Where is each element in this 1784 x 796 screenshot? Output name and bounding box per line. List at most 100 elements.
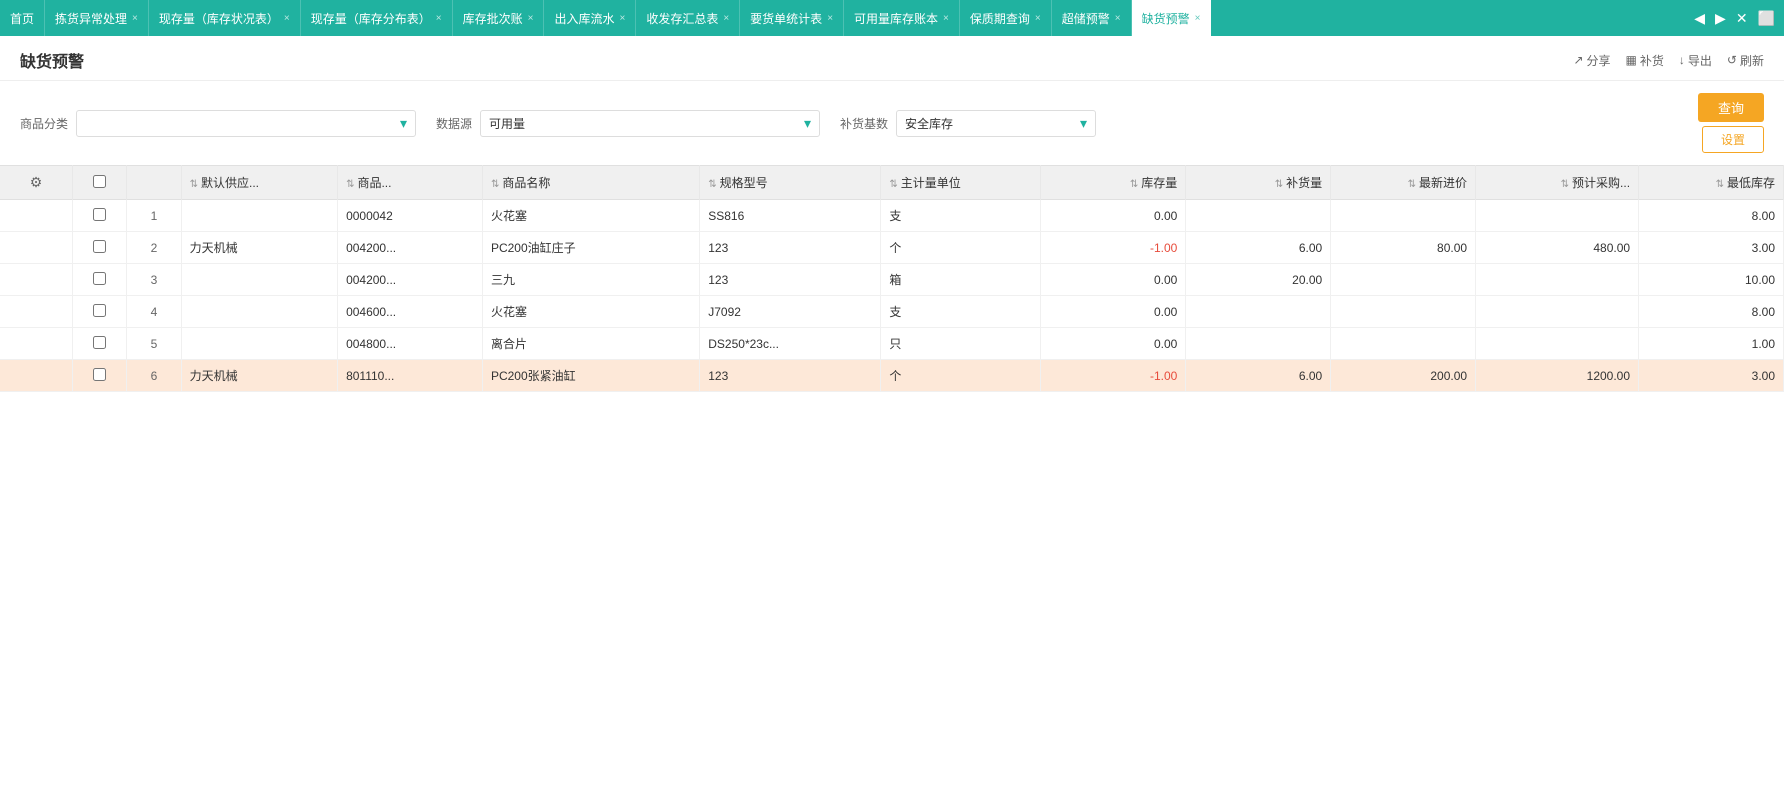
close-tab-inout[interactable]: × [619,13,625,24]
col-product-code[interactable]: ⇅商品... [338,166,483,200]
row-product-name: 火花塞 [482,296,699,328]
settings-button[interactable]: 设置 [1702,126,1764,153]
row-gear-cell [0,328,72,360]
share-icon: ↗ [1573,53,1583,67]
gear-settings-icon[interactable]: ⚙ [30,174,43,190]
sort-estimate-icon: ⇅ [1561,179,1569,190]
row-unit: 箱 [881,264,1041,296]
col-product-name[interactable]: ⇅商品名称 [482,166,699,200]
tab-prev-btn[interactable]: ◀ [1690,8,1709,29]
row-product-code: 004800... [338,328,483,360]
row-checkbox[interactable] [93,304,106,317]
row-stock: -1.00 [1041,360,1186,392]
table-row: 4 004600... 火花塞 J7092 支 0.00 8.00 [0,296,1784,328]
col-spec[interactable]: ⇅规格型号 [700,166,881,200]
row-min-stock: 3.00 [1639,360,1784,392]
row-checkbox-cell [72,264,126,296]
tab-summary[interactable]: 收发存汇总表 × [636,0,740,36]
row-number: 3 [127,264,181,296]
row-checkbox-cell [72,232,126,264]
replenish-basis-label: 补货基数 [840,115,888,132]
row-latest-price [1331,328,1476,360]
tab-order-stats[interactable]: 要货单统计表 × [740,0,844,36]
tab-available[interactable]: 可用量库存账本 × [844,0,960,36]
close-tab-shortage[interactable]: × [1195,13,1201,24]
row-supplier [181,200,337,232]
col-replenish[interactable]: ⇅补货量 [1186,166,1331,200]
close-tab-available[interactable]: × [943,13,949,24]
row-product-name: PC200油缸庄子 [482,232,699,264]
select-all-checkbox[interactable] [93,175,106,188]
row-spec: 123 [700,232,881,264]
export-button[interactable]: ↓ 导出 [1679,52,1712,69]
tab-shortage[interactable]: 缺货预警 × [1132,0,1212,36]
datasource-filter-group: 数据源 可用量 ▾ [436,110,820,137]
tab-inout[interactable]: 出入库流水 × [544,0,636,36]
row-product-code: 004200... [338,232,483,264]
col-unit[interactable]: ⇅主计量单位 [881,166,1041,200]
sort-code-icon: ⇅ [346,179,354,190]
tab-close-btn[interactable]: ✕ [1732,8,1752,29]
query-button[interactable]: 查询 [1698,93,1764,122]
row-replenish: 6.00 [1186,232,1331,264]
tab-next-btn[interactable]: ▶ [1711,8,1730,29]
replenish-basis-select[interactable]: 安全库存 ▾ [896,110,1096,137]
row-checkbox[interactable] [93,368,106,381]
row-replenish [1186,200,1331,232]
tab-expiry[interactable]: 保质期查询 × [960,0,1052,36]
replenish-button[interactable]: ▦ 补货 [1626,52,1664,69]
close-tab-stock-dist[interactable]: × [436,13,442,24]
col-supplier[interactable]: ⇅默认供应... [181,166,337,200]
col-stock[interactable]: ⇅库存量 [1041,166,1186,200]
tab-expand-btn[interactable]: ⬜ [1754,8,1779,29]
share-button[interactable]: ↗ 分享 [1573,52,1610,69]
row-checkbox-cell [72,360,126,392]
tab-stock-status[interactable]: 现存量（库存状况表） × [149,0,301,36]
tab-overstock[interactable]: 超储预警 × [1052,0,1132,36]
row-number: 5 [127,328,181,360]
close-tab-summary[interactable]: × [723,13,729,24]
row-number: 4 [127,296,181,328]
close-tab-batch[interactable]: × [528,13,534,24]
col-latest-price[interactable]: ⇅最新进价 [1331,166,1476,200]
tab-batch[interactable]: 库存批次账 × [453,0,545,36]
table-row: 1 0000042 火花塞 SS816 支 0.00 8.00 [0,200,1784,232]
close-tab-order-stats[interactable]: × [827,13,833,24]
row-min-stock: 8.00 [1639,296,1784,328]
close-tab-picking[interactable]: × [132,13,138,24]
col-checkbox [72,166,126,200]
row-unit: 支 [881,200,1041,232]
row-estimated-purchase: 480.00 [1476,232,1639,264]
refresh-button[interactable]: ↺ 刷新 [1727,52,1764,69]
row-checkbox-cell [72,296,126,328]
row-estimated-purchase: 1200.00 [1476,360,1639,392]
category-select[interactable]: ▾ [76,110,416,137]
row-checkbox[interactable] [93,208,106,221]
row-latest-price [1331,264,1476,296]
close-tab-stock-status[interactable]: × [284,13,290,24]
replenish-basis-filter-group: 补货基数 安全库存 ▾ [840,110,1096,137]
datasource-select[interactable]: 可用量 ▾ [480,110,820,137]
shortage-table: ⚙ ⇅默认供应... ⇅商品... ⇅商品名称 [0,165,1784,392]
action-buttons: 查询 设置 [1698,93,1764,153]
row-estimated-purchase [1476,296,1639,328]
row-stock: -1.00 [1041,232,1186,264]
tab-stock-dist[interactable]: 现存量（库存分布表） × [301,0,453,36]
row-checkbox[interactable] [93,272,106,285]
category-filter-group: 商品分类 ▾ [20,110,416,137]
row-checkbox[interactable] [93,336,106,349]
row-latest-price: 200.00 [1331,360,1476,392]
tab-home[interactable]: 首页 [0,0,45,36]
row-unit: 只 [881,328,1041,360]
tab-picking[interactable]: 拣货异常处理 × [45,0,149,36]
sort-replenish-icon: ⇅ [1275,179,1283,190]
row-checkbox[interactable] [93,240,106,253]
col-min-stock[interactable]: ⇅最低库存 [1639,166,1784,200]
row-replenish [1186,296,1331,328]
row-product-name: 三九 [482,264,699,296]
col-estimated-purchase[interactable]: ⇅预计采购... [1476,166,1639,200]
sort-supplier-icon: ⇅ [190,179,198,190]
close-tab-overstock[interactable]: × [1115,13,1121,24]
row-spec: J7092 [700,296,881,328]
close-tab-expiry[interactable]: × [1035,13,1041,24]
